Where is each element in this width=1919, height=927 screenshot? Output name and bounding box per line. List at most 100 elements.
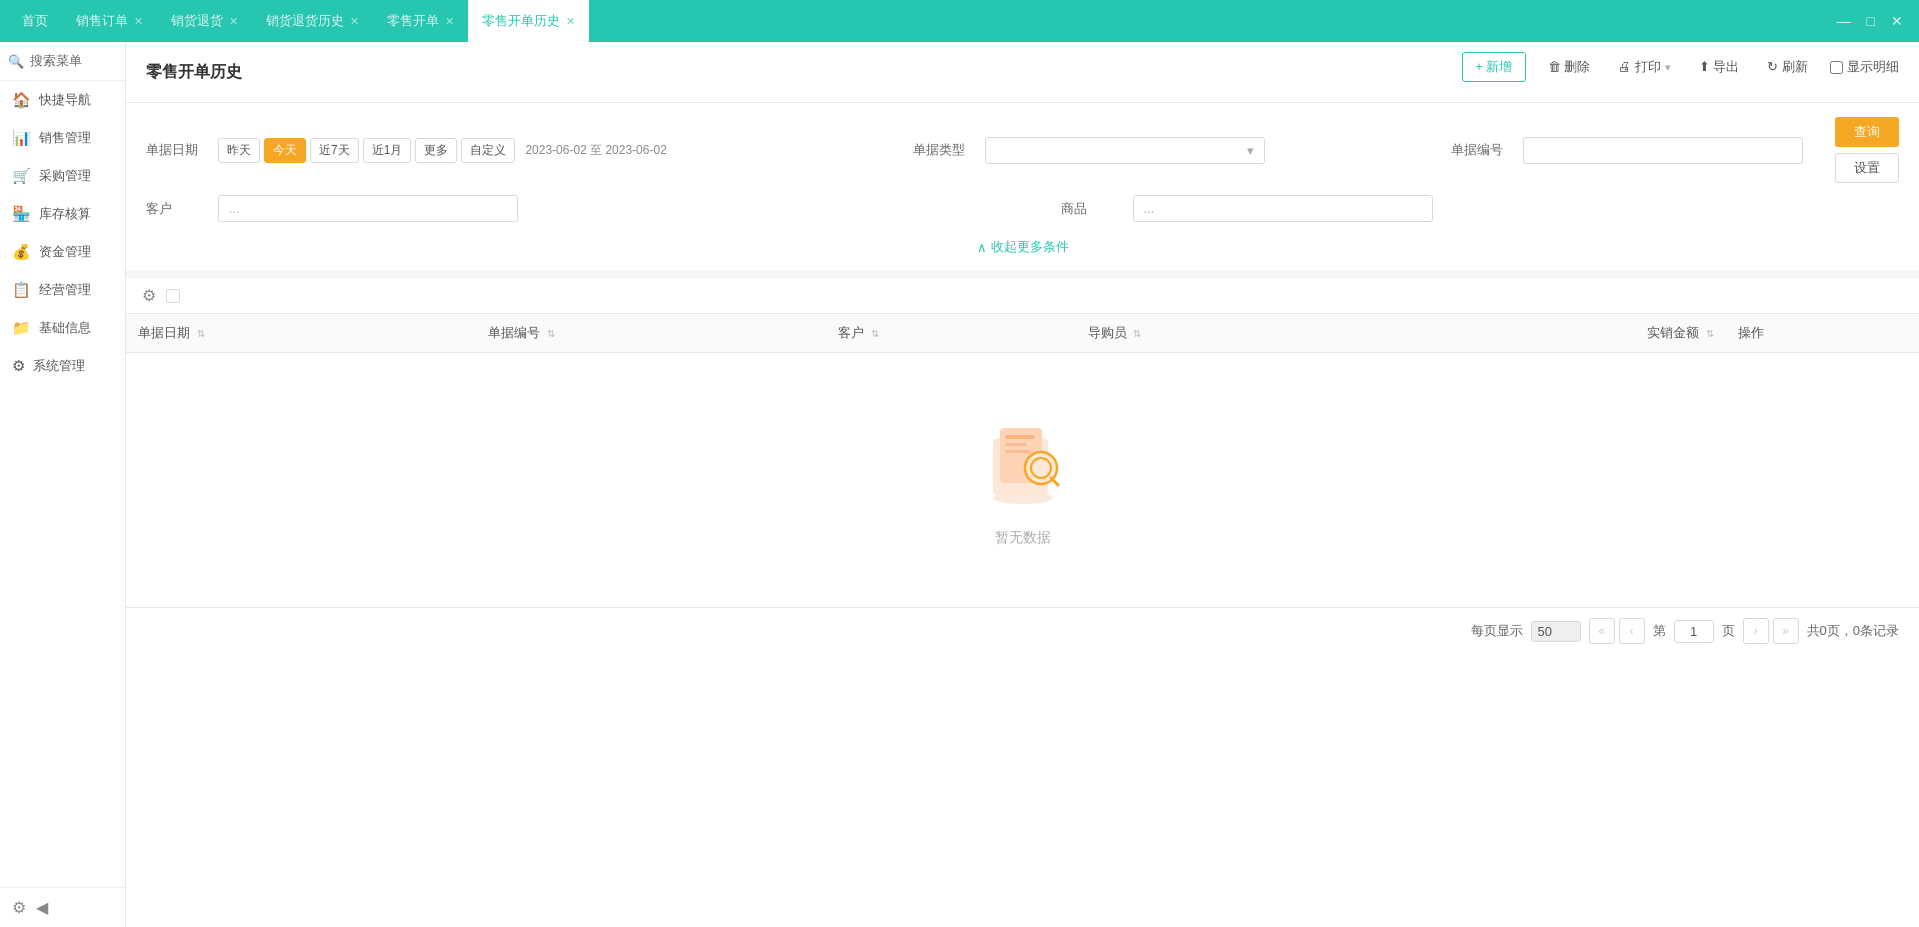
print-button[interactable]: 🖨 打印▾ (1612, 54, 1677, 80)
customer-input[interactable]: ... (218, 195, 518, 222)
sidebar-item-inventory-label: 库存核算 (39, 205, 91, 223)
empty-state: 暂无数据 (126, 353, 1919, 607)
tab-sales-return-history-label: 销货退货历史 (266, 12, 344, 30)
tab-retail-order[interactable]: 零售开单 ✕ (373, 0, 468, 42)
content-area: 零售开单历史 + 新增 🗑 删除 🖨 打印▾ ⬆ 导出 ↻ 刷新 显示明细 单据… (126, 42, 1919, 927)
sidebar-item-quicknav[interactable]: 🏠 快捷导航 (0, 81, 125, 119)
col-date-sort-icon: ⇅ (197, 328, 205, 339)
sidebar-item-finance[interactable]: 💰 资金管理 (0, 233, 125, 271)
date-more[interactable]: 更多 (415, 138, 457, 163)
first-page-btn[interactable]: « (1589, 618, 1615, 644)
col-bill-no[interactable]: 单据编号 ⇅ (476, 314, 826, 353)
tab-retail-history[interactable]: 零售开单历史 ✕ (468, 0, 589, 42)
empty-text: 暂无数据 (995, 529, 1051, 547)
col-action: 操作 (1726, 314, 1919, 353)
window-controls: — □ ✕ (1837, 13, 1911, 29)
export-button[interactable]: ⬆ 导出 (1693, 54, 1746, 80)
table-toolbar: ⚙ (126, 278, 1919, 314)
date-buttons: 昨天 今天 近7天 近1月 更多 自定义 2023-06-02 至 2023-0… (218, 138, 667, 163)
sidebar-item-system-label: 系统管理 (33, 357, 85, 375)
goods-placeholder: ... (1144, 201, 1155, 216)
next-page-btn[interactable]: › (1743, 618, 1769, 644)
date-custom[interactable]: 自定义 (461, 138, 515, 163)
sidebar-item-sales-label: 销售管理 (39, 129, 91, 147)
tab-sales-return-label: 销货退货 (171, 12, 223, 30)
sidebar-item-inventory[interactable]: 🏪 库存核算 (0, 195, 125, 233)
date-1month[interactable]: 近1月 (363, 138, 412, 163)
delete-button[interactable]: 🗑 删除 (1542, 54, 1597, 80)
sidebar-collapse-btn[interactable]: ◀ (36, 898, 48, 917)
collapse-up-icon: ∧ (977, 240, 987, 255)
tab-retail-history-close[interactable]: ✕ (566, 15, 575, 28)
per-page-select[interactable]: 50 10 20 100 (1531, 621, 1581, 642)
sidebar: 🔍 搜索菜单 🏠 快捷导航 📊 销售管理 🛒 采购管理 🏪 库存核算 💰 资金管… (0, 42, 126, 927)
search-icon: 🔍 (8, 54, 24, 69)
col-date[interactable]: 单据日期 ⇅ (126, 314, 476, 353)
show-detail-input[interactable] (1830, 61, 1843, 74)
svg-line-8 (1051, 478, 1058, 485)
tab-sales-return[interactable]: 销货退货 ✕ (157, 0, 252, 42)
filter-row-2: 客户 ... 商品 ... (146, 195, 1899, 222)
window-max-btn[interactable]: □ (1867, 13, 1875, 29)
tab-sales-order-close[interactable]: ✕ (134, 15, 143, 28)
goods-input[interactable]: ... (1133, 195, 1433, 222)
tab-sales-return-close[interactable]: ✕ (229, 15, 238, 28)
tab-retail-order-close[interactable]: ✕ (445, 15, 454, 28)
col-customer-sort-icon: ⇅ (871, 328, 879, 339)
bill-type-dropdown-icon: ▾ (1247, 143, 1254, 158)
sidebar-settings-btn[interactable]: ⚙ (12, 898, 26, 917)
date-range-display: 2023-06-02 至 2023-06-02 (525, 142, 666, 159)
sidebar-item-sales[interactable]: 📊 销售管理 (0, 119, 125, 157)
page-input[interactable]: 1 (1674, 620, 1714, 643)
page-total: 共0页，0条记录 (1807, 622, 1899, 640)
date-yesterday[interactable]: 昨天 (218, 138, 260, 163)
filter-row-1: 单据日期 昨天 今天 近7天 近1月 更多 自定义 2023-06-02 至 2… (146, 117, 1899, 183)
tab-sales-return-history-close[interactable]: ✕ (350, 15, 359, 28)
date-filter-label: 单据日期 (146, 141, 202, 159)
sidebar-search-label: 搜索菜单 (30, 52, 82, 70)
select-all-checkbox[interactable] (166, 289, 180, 303)
setting-button[interactable]: 设置 (1835, 153, 1899, 183)
tab-sales-return-history[interactable]: 销货退货历史 ✕ (252, 0, 373, 42)
tab-home[interactable]: 首页 (8, 0, 62, 42)
sidebar-item-operations-label: 经营管理 (39, 281, 91, 299)
col-customer[interactable]: 客户 ⇅ (826, 314, 1076, 353)
table-settings-icon[interactable]: ⚙ (142, 286, 156, 305)
col-guide[interactable]: 导购员 ⇅ (1076, 314, 1376, 353)
sidebar-item-finance-label: 资金管理 (39, 243, 91, 261)
sidebar-item-quicknav-label: 快捷导航 (39, 91, 91, 109)
bill-type-select[interactable]: ▾ (985, 137, 1265, 164)
sidebar-item-purchase[interactable]: 🛒 采购管理 (0, 157, 125, 195)
date-today[interactable]: 今天 (264, 138, 306, 163)
col-amount-label: 实销金额 (1647, 325, 1699, 340)
tab-sales-order[interactable]: 销售订单 ✕ (62, 0, 157, 42)
col-customer-label: 客户 (838, 325, 864, 340)
sidebar-search[interactable]: 🔍 搜索菜单 (0, 42, 125, 81)
date-7days[interactable]: 近7天 (310, 138, 359, 163)
tab-retail-order-label: 零售开单 (387, 12, 439, 30)
sidebar-bottom: ⚙ ◀ (0, 887, 125, 927)
page-label-end: 页 (1722, 622, 1735, 640)
page-label: 第 (1653, 622, 1666, 640)
collapse-bar[interactable]: ∧ 收起更多条件 (146, 234, 1899, 256)
window-min-btn[interactable]: — (1837, 13, 1851, 29)
quicknav-icon: 🏠 (12, 91, 31, 109)
col-amount[interactable]: 实销金额 ⇅ (1376, 314, 1726, 353)
tab-sales-order-label: 销售订单 (76, 12, 128, 30)
refresh-button[interactable]: ↻ 刷新 (1761, 54, 1814, 80)
col-amount-sort-icon: ⇅ (1706, 328, 1714, 339)
sidebar-item-basic-info[interactable]: 📁 基础信息 (0, 309, 125, 347)
sidebar-item-operations[interactable]: 📋 经营管理 (0, 271, 125, 309)
filter-area: 单据日期 昨天 今天 近7天 近1月 更多 自定义 2023-06-02 至 2… (126, 103, 1919, 270)
data-table: 单据日期 ⇅ 单据编号 ⇅ 客户 ⇅ 导购员 ⇅ (126, 314, 1919, 607)
basicinfo-icon: 📁 (12, 319, 31, 337)
window-close-btn[interactable]: ✕ (1891, 13, 1903, 29)
prev-page-btn[interactable]: ‹ (1619, 618, 1645, 644)
last-page-btn[interactable]: » (1773, 618, 1799, 644)
bill-no-input[interactable] (1523, 137, 1803, 164)
empty-row: 暂无数据 (126, 353, 1919, 608)
query-button[interactable]: 查询 (1835, 117, 1899, 147)
show-detail-checkbox[interactable]: 显示明细 (1830, 58, 1899, 76)
sidebar-item-system[interactable]: ⚙ 系统管理 (0, 347, 125, 385)
new-button[interactable]: + 新增 (1462, 52, 1525, 82)
